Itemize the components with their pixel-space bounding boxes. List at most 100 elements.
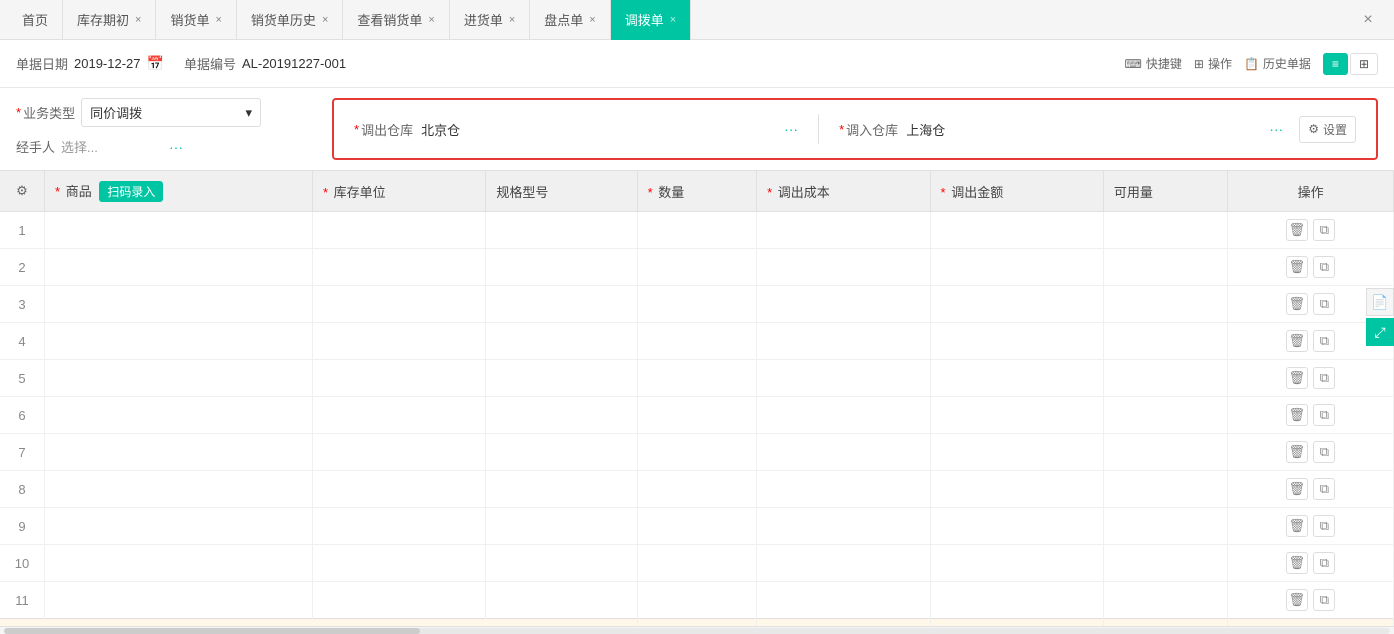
- cell-cost[interactable]: [757, 545, 930, 582]
- list-view-btn[interactable]: ≡: [1323, 53, 1348, 75]
- cell-cost[interactable]: [757, 212, 930, 249]
- delete-icon[interactable]: 🗑: [1286, 478, 1308, 500]
- cell-product[interactable]: [45, 212, 313, 249]
- cell-amount[interactable]: [930, 434, 1103, 471]
- cell-qty[interactable]: [637, 360, 757, 397]
- copy-icon[interactable]: ⧉: [1313, 552, 1335, 574]
- gear-icon[interactable]: ⚙: [10, 179, 34, 203]
- handler-input[interactable]: 选择...: [61, 137, 161, 156]
- copy-icon[interactable]: ⧉: [1313, 367, 1335, 389]
- tab-inventory-init[interactable]: 库存期初 ×: [63, 0, 156, 40]
- delete-icon[interactable]: 🗑: [1286, 293, 1308, 315]
- cell-product[interactable]: [45, 360, 313, 397]
- cell-spec[interactable]: [486, 582, 637, 619]
- cell-unit[interactable]: [312, 360, 485, 397]
- delete-icon[interactable]: 🗑: [1286, 404, 1308, 426]
- tab-sales-history[interactable]: 销货单历史 ×: [237, 0, 343, 40]
- cell-cost[interactable]: [757, 471, 930, 508]
- cell-amount[interactable]: [930, 545, 1103, 582]
- business-type-select[interactable]: 同价调拨 ▾: [81, 98, 261, 127]
- cell-amount[interactable]: [930, 508, 1103, 545]
- copy-icon[interactable]: ⧉: [1313, 219, 1335, 241]
- cell-cost[interactable]: [757, 360, 930, 397]
- cell-amount[interactable]: [930, 582, 1103, 619]
- cell-spec[interactable]: [486, 323, 637, 360]
- copy-icon[interactable]: ⧉: [1313, 256, 1335, 278]
- tab-view-sales-close[interactable]: ×: [428, 14, 434, 26]
- history-button[interactable]: 📋 历史单据: [1244, 55, 1311, 72]
- cell-spec[interactable]: [486, 471, 637, 508]
- cell-spec[interactable]: [486, 545, 637, 582]
- side-doc-btn[interactable]: 📄: [1366, 288, 1394, 316]
- cell-amount[interactable]: [930, 471, 1103, 508]
- cell-available[interactable]: [1103, 212, 1227, 249]
- cell-qty[interactable]: [637, 434, 757, 471]
- cell-spec[interactable]: [486, 360, 637, 397]
- tab-purchase[interactable]: 进货单 ×: [450, 0, 530, 40]
- cell-qty[interactable]: [637, 286, 757, 323]
- cell-product[interactable]: [45, 582, 313, 619]
- cell-cost[interactable]: [757, 249, 930, 286]
- tab-inventory[interactable]: 盘点单 ×: [530, 0, 610, 40]
- side-expand-btn[interactable]: ⤢: [1366, 318, 1394, 346]
- settings-button[interactable]: ⚙ 设置: [1299, 116, 1356, 143]
- cell-qty[interactable]: [637, 582, 757, 619]
- grid-view-btn[interactable]: ⊞: [1350, 53, 1378, 75]
- tab-transfer-close[interactable]: ×: [670, 14, 676, 26]
- cell-amount[interactable]: [930, 397, 1103, 434]
- window-close-button[interactable]: ×: [1350, 0, 1386, 40]
- cell-unit[interactable]: [312, 582, 485, 619]
- cell-unit[interactable]: [312, 249, 485, 286]
- cell-spec[interactable]: [486, 508, 637, 545]
- delete-icon[interactable]: 🗑: [1286, 367, 1308, 389]
- calendar-icon[interactable]: 📅: [147, 55, 164, 72]
- cell-product[interactable]: [45, 508, 313, 545]
- delete-icon[interactable]: 🗑: [1286, 441, 1308, 463]
- cell-product[interactable]: [45, 286, 313, 323]
- copy-icon[interactable]: ⧉: [1313, 441, 1335, 463]
- cell-unit[interactable]: [312, 545, 485, 582]
- cell-amount[interactable]: [930, 249, 1103, 286]
- copy-icon[interactable]: ⧉: [1313, 404, 1335, 426]
- cell-unit[interactable]: [312, 434, 485, 471]
- cell-available[interactable]: [1103, 249, 1227, 286]
- cell-available[interactable]: [1103, 360, 1227, 397]
- copy-icon[interactable]: ⧉: [1313, 478, 1335, 500]
- cell-cost[interactable]: [757, 508, 930, 545]
- tab-purchase-close[interactable]: ×: [509, 14, 515, 26]
- cell-cost[interactable]: [757, 323, 930, 360]
- cell-qty[interactable]: [637, 212, 757, 249]
- cell-unit[interactable]: [312, 286, 485, 323]
- cell-qty[interactable]: [637, 249, 757, 286]
- horizontal-scrollbar[interactable]: [0, 626, 1394, 634]
- copy-icon[interactable]: ⧉: [1313, 515, 1335, 537]
- cell-qty[interactable]: [637, 508, 757, 545]
- delete-icon[interactable]: 🗑: [1286, 552, 1308, 574]
- tab-home[interactable]: 首页: [8, 0, 63, 40]
- cell-unit[interactable]: [312, 212, 485, 249]
- cell-available[interactable]: [1103, 582, 1227, 619]
- cell-available[interactable]: [1103, 397, 1227, 434]
- copy-icon[interactable]: ⧉: [1313, 293, 1335, 315]
- delete-icon[interactable]: 🗑: [1286, 330, 1308, 352]
- tab-sales[interactable]: 销货单 ×: [156, 0, 236, 40]
- copy-icon[interactable]: ⧉: [1313, 589, 1335, 611]
- cell-cost[interactable]: [757, 286, 930, 323]
- cell-available[interactable]: [1103, 286, 1227, 323]
- cell-product[interactable]: [45, 323, 313, 360]
- cell-cost[interactable]: [757, 582, 930, 619]
- tab-inventory-close[interactable]: ×: [589, 14, 595, 26]
- cell-amount[interactable]: [930, 323, 1103, 360]
- cell-product[interactable]: [45, 397, 313, 434]
- cell-amount[interactable]: [930, 286, 1103, 323]
- cell-spec[interactable]: [486, 286, 637, 323]
- tab-sales-history-close[interactable]: ×: [322, 14, 328, 26]
- tab-sales-close[interactable]: ×: [215, 14, 221, 26]
- operations-button[interactable]: ⊞ 操作: [1194, 55, 1232, 72]
- cell-amount[interactable]: [930, 360, 1103, 397]
- cell-spec[interactable]: [486, 249, 637, 286]
- cell-product[interactable]: [45, 545, 313, 582]
- cell-spec[interactable]: [486, 397, 637, 434]
- cell-product[interactable]: [45, 249, 313, 286]
- cell-unit[interactable]: [312, 397, 485, 434]
